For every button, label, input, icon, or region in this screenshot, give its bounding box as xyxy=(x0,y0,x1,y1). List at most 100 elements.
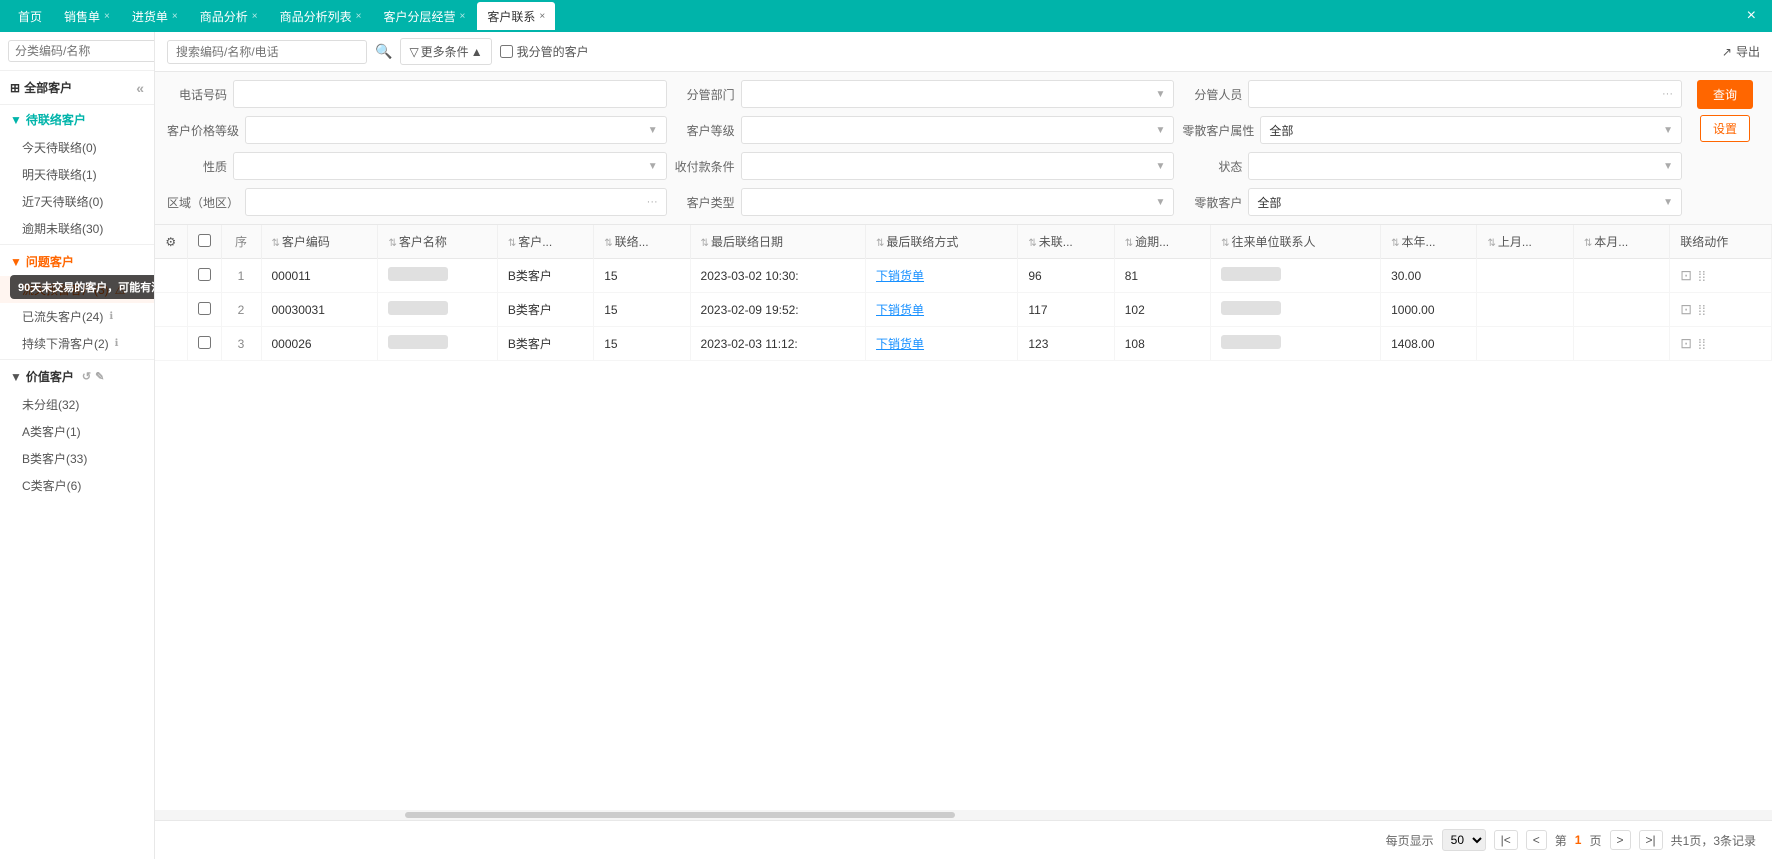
filter-bar: 🔍 ▽ 更多条件 ▲ 我分管的客户 ↗ 导出 xyxy=(155,32,1772,72)
grade-select[interactable]: ▼ xyxy=(741,116,1175,144)
td-checkbox[interactable] xyxy=(187,293,221,327)
close-purchase-tab[interactable]: × xyxy=(172,11,178,22)
sidebar-item-a-class[interactable]: A类客户(1) xyxy=(0,418,154,445)
filter-phone: 电话号码 xyxy=(167,80,667,108)
close-customer-contact-tab[interactable]: × xyxy=(539,11,545,22)
tab-sales[interactable]: 销售单 × xyxy=(54,2,120,30)
tab-analysis-list[interactable]: 商品分析列表 × xyxy=(270,2,372,30)
last-page-button[interactable]: >| xyxy=(1639,830,1663,850)
tab-purchase[interactable]: 进货单 × xyxy=(122,2,188,30)
sidebar-item-churned[interactable]: 已流失客户(24) ℹ xyxy=(0,303,154,330)
th-code[interactable]: 客户编码 xyxy=(261,225,378,259)
edit-icon[interactable]: ✎ xyxy=(95,370,104,383)
customer-type-select[interactable]: ▼ xyxy=(741,188,1175,216)
sidebar-section-problem[interactable]: ▼ 问题客户 90天未交易的客户，可能有流失风险。 xyxy=(0,247,154,276)
td-last-method[interactable]: 下销货单 xyxy=(866,327,1018,361)
export-button[interactable]: ↗ 导出 xyxy=(1722,43,1760,60)
collapse-icon[interactable]: « xyxy=(136,80,144,96)
gender-select[interactable]: ▼ xyxy=(233,152,667,180)
td-last-method[interactable]: 下销货单 xyxy=(866,259,1018,293)
first-page-button[interactable]: |< xyxy=(1494,830,1518,850)
main-search-input[interactable] xyxy=(167,40,367,64)
filter-manager: 分管人员 ··· xyxy=(1182,80,1682,108)
tab-customer-tier[interactable]: 客户分层经营 × xyxy=(373,2,475,30)
td-action: ⊡ ⁞⁞ xyxy=(1670,327,1772,361)
tab-customer-contact[interactable]: 客户联系 × xyxy=(477,2,555,30)
select-all-checkbox[interactable] xyxy=(198,234,211,247)
ellipsis-btn-region[interactable]: ··· xyxy=(647,196,658,208)
manager-select[interactable]: ··· xyxy=(1248,80,1682,108)
tab-home[interactable]: 首页 xyxy=(8,2,52,30)
sidebar-item-today[interactable]: 今天待联络(0) xyxy=(0,134,154,161)
sidebar-item-declining[interactable]: 持续下滑客户(2) ℹ xyxy=(0,330,154,357)
td-checkbox[interactable] xyxy=(187,259,221,293)
filter-grade: 客户等级 ▼ xyxy=(675,116,1175,144)
th-seq: 序 xyxy=(221,225,261,259)
my-customers-check[interactable] xyxy=(500,45,513,58)
td-name xyxy=(378,327,497,361)
action-more-icon[interactable]: ⁞⁞ xyxy=(1698,336,1706,352)
prev-page-button[interactable]: < xyxy=(1526,830,1547,850)
sidebar-section-value[interactable]: ▼ 价值客户 ↺ ✎ xyxy=(0,362,154,391)
main-search-button[interactable]: 🔍 xyxy=(375,43,392,60)
filter-status: 状态 ▼ xyxy=(1182,152,1682,180)
scrollbar-thumb[interactable] xyxy=(405,812,955,818)
tab-analysis[interactable]: 商品分析 × xyxy=(190,2,268,30)
payment-select[interactable]: ▼ xyxy=(741,152,1175,180)
more-conditions-btn[interactable]: ▽ 更多条件 ▲ xyxy=(400,38,491,65)
td-last-method[interactable]: 下销货单 xyxy=(866,293,1018,327)
settings-button[interactable]: 设置 xyxy=(1700,115,1750,142)
sidebar-all-customers[interactable]: ⊞ 全部客户 « xyxy=(0,71,154,105)
th-contact[interactable]: 联络... xyxy=(594,225,690,259)
th-last-method[interactable]: 最后联络方式 xyxy=(866,225,1018,259)
horizontal-scrollbar[interactable] xyxy=(155,810,1772,820)
per-page-select[interactable]: 50 xyxy=(1442,829,1486,851)
next-page-button[interactable]: > xyxy=(1610,830,1631,850)
close-all-tabs[interactable]: × xyxy=(1739,7,1764,25)
td-action: ⊡ ⁞⁞ xyxy=(1670,293,1772,327)
phone-input[interactable] xyxy=(233,80,667,108)
action-link-icon[interactable]: ⊡ xyxy=(1680,301,1692,318)
sidebar-item-b-class[interactable]: B类客户(33) xyxy=(0,445,154,472)
sidebar-item-c-class[interactable]: C类客户(6) xyxy=(0,472,154,499)
close-analysis-list-tab[interactable]: × xyxy=(356,11,362,22)
zero-attr-select[interactable]: 全部▼ xyxy=(1260,116,1682,144)
action-more-icon[interactable]: ⁞⁞ xyxy=(1698,268,1706,284)
action-more-icon[interactable]: ⁞⁞ xyxy=(1698,302,1706,318)
th-type[interactable]: 客户... xyxy=(497,225,593,259)
th-unlink-days[interactable]: 未联... xyxy=(1018,225,1114,259)
th-last-month[interactable]: 上月... xyxy=(1477,225,1573,259)
status-select[interactable]: ▼ xyxy=(1248,152,1682,180)
sidebar-item-overdue[interactable]: 逾期未联络(30) xyxy=(0,215,154,242)
close-analysis-tab[interactable]: × xyxy=(252,11,258,22)
close-sales-tab[interactable]: × xyxy=(104,11,110,22)
filter-row-1: 电话号码 分管部门 ▼ 分管人员 ··· xyxy=(167,80,1682,108)
th-this-year[interactable]: 本年... xyxy=(1381,225,1477,259)
refresh-icon[interactable]: ↺ xyxy=(82,370,91,383)
query-button[interactable]: 查询 xyxy=(1697,80,1753,109)
region-select[interactable]: ··· xyxy=(245,188,667,216)
th-this-month[interactable]: 本月... xyxy=(1573,225,1669,259)
my-customers-checkbox[interactable]: 我分管的客户 xyxy=(500,43,589,60)
price-grade-select[interactable]: ▼ xyxy=(245,116,667,144)
action-link-icon[interactable]: ⊡ xyxy=(1680,267,1692,284)
th-contact-person[interactable]: 往来单位联系人 xyxy=(1211,225,1381,259)
th-gear[interactable]: ⚙ xyxy=(155,225,187,259)
sidebar-search-input[interactable] xyxy=(8,40,155,62)
td-checkbox[interactable] xyxy=(187,327,221,361)
sidebar-item-tomorrow[interactable]: 明天待联络(1) xyxy=(0,161,154,188)
dept-select[interactable]: ▼ xyxy=(741,80,1175,108)
th-last-date[interactable]: 最后联络日期 xyxy=(690,225,865,259)
action-link-icon[interactable]: ⊡ xyxy=(1680,335,1692,352)
sidebar-item-7days[interactable]: 近7天待联络(0) xyxy=(0,188,154,215)
th-name[interactable]: 客户名称 xyxy=(378,225,497,259)
sidebar-item-ungroup[interactable]: 未分组(32) xyxy=(0,391,154,418)
customer-type-label: 客户类型 xyxy=(675,194,735,211)
zero-customer-select[interactable]: 全部▼ xyxy=(1248,188,1682,216)
th-checkbox[interactable] xyxy=(187,225,221,259)
td-seq: 1 xyxy=(221,259,261,293)
ellipsis-btn-manager[interactable]: ··· xyxy=(1662,88,1673,100)
sidebar-section-pending[interactable]: ▼ 待联络客户 xyxy=(0,105,154,134)
close-customer-tier-tab[interactable]: × xyxy=(459,11,465,22)
th-overdue[interactable]: 逾期... xyxy=(1114,225,1210,259)
